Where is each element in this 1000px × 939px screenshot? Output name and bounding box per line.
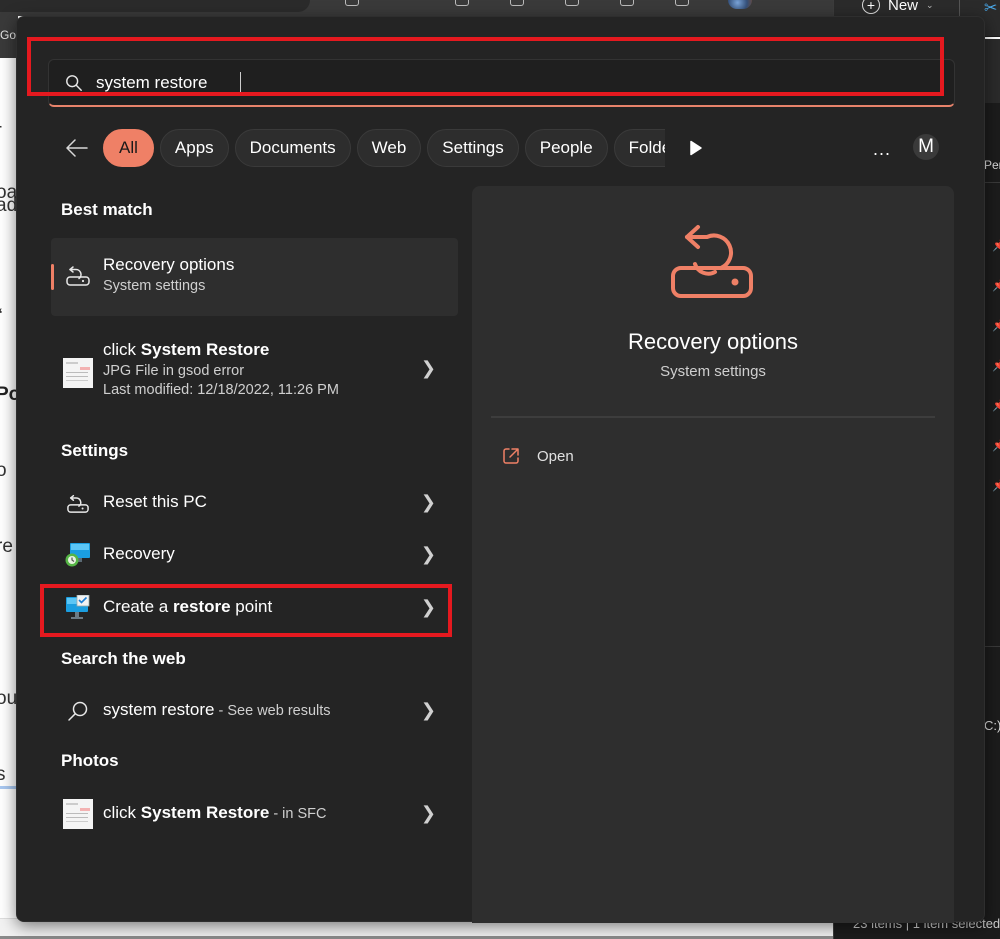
open-external-icon bbox=[503, 448, 519, 464]
ellipsis-icon: ... bbox=[872, 138, 891, 159]
chevron-right-icon: ❯ bbox=[420, 358, 436, 378]
recovery-icon-large bbox=[671, 225, 753, 298]
chevron-down-icon: ⌄ bbox=[926, 0, 934, 10]
open-label: Open bbox=[537, 447, 574, 465]
filter-all[interactable]: All bbox=[103, 129, 154, 167]
result-web-search[interactable]: system restore - See web results ❯ bbox=[51, 686, 458, 736]
filter-bar: All Apps Documents Web Settings People F… bbox=[61, 129, 665, 167]
pin-icon: 📌 bbox=[992, 438, 1000, 452]
image-thumbnail bbox=[63, 799, 93, 829]
pin-icon: 📌 bbox=[992, 478, 1000, 492]
recovery-icon bbox=[63, 260, 93, 290]
section-search-the-web: Search the web bbox=[61, 649, 186, 668]
pin-icon: 📌 bbox=[992, 278, 1000, 292]
cut-icon[interactable]: ✂ bbox=[984, 0, 997, 18]
result-recovery-options[interactable]: Recovery options System settings bbox=[51, 238, 458, 316]
section-best-match: Best match bbox=[61, 200, 153, 219]
explorer-address-bar[interactable] bbox=[984, 37, 1000, 103]
filter-people[interactable]: People bbox=[524, 129, 608, 167]
result-modified: Last modified: 12/18/2022, 11:26 PM bbox=[103, 382, 339, 398]
result-document-system-restore[interactable]: click System Restore JPG File in gsod er… bbox=[51, 328, 458, 412]
explorer-drive-item[interactable]: C:) bbox=[984, 718, 1000, 733]
web-search-icon bbox=[63, 696, 93, 726]
scroll-chips-right-icon[interactable] bbox=[689, 140, 703, 156]
chevron-right-icon: ❯ bbox=[420, 700, 436, 720]
system-protection-icon bbox=[63, 593, 93, 623]
explorer-nav-item[interactable]: Pers bbox=[984, 158, 1000, 172]
divider bbox=[984, 182, 1000, 183]
chevron-right-icon: ❯ bbox=[420, 803, 436, 823]
result-title: click System Restore bbox=[103, 340, 270, 359]
chevron-right-icon: ❯ bbox=[420, 597, 436, 617]
filter-settings[interactable]: Settings bbox=[427, 129, 519, 167]
explorer-new-button[interactable]: + New ⌄ bbox=[862, 0, 934, 14]
pin-icon: 📌 bbox=[992, 398, 1000, 412]
filter-web[interactable]: Web bbox=[356, 129, 422, 167]
doc-text: s bbox=[0, 764, 6, 785]
text-caret bbox=[240, 72, 241, 94]
filter-documents[interactable]: Documents bbox=[234, 129, 351, 167]
toolbar-icon[interactable] bbox=[565, 0, 579, 6]
filter-folders[interactable]: Folders bbox=[613, 129, 665, 167]
reset-icon bbox=[63, 488, 93, 518]
browser-toolbar bbox=[0, 0, 835, 16]
result-photo-system-restore[interactable]: click System Restore - in SFC ❯ bbox=[51, 789, 458, 839]
result-title: Recovery options bbox=[103, 255, 235, 274]
doc-text: re bbox=[0, 536, 13, 557]
result-title: Reset this PC bbox=[103, 492, 207, 511]
doc-text: o bbox=[0, 460, 7, 481]
arrow-left-icon bbox=[66, 139, 88, 157]
explorer-new-label: New bbox=[888, 0, 919, 14]
preview-subtitle: System settings bbox=[660, 363, 766, 380]
search-icon bbox=[66, 75, 82, 91]
chevron-right-icon: ❯ bbox=[420, 492, 436, 512]
result-reset-this-pc[interactable]: Reset this PC ❯ bbox=[51, 478, 458, 528]
image-thumbnail bbox=[63, 358, 93, 388]
doc-text: ad bbox=[0, 195, 18, 216]
account-avatar[interactable]: M bbox=[913, 134, 939, 160]
result-title: Recovery bbox=[103, 544, 175, 563]
pin-icon: 📌 bbox=[992, 358, 1000, 372]
divider bbox=[984, 646, 1000, 647]
search-box[interactable] bbox=[48, 59, 955, 107]
search-input[interactable] bbox=[96, 60, 896, 106]
preview-pane: Recovery options System settings Open bbox=[472, 186, 954, 923]
pin-icon: 📌 bbox=[992, 238, 1000, 252]
preview-title: Recovery options bbox=[628, 329, 798, 354]
browser-address-area bbox=[0, 0, 310, 12]
result-title: system restore - See web results bbox=[103, 700, 331, 719]
more-options-button[interactable]: ... bbox=[869, 137, 895, 161]
doc-text: - bbox=[0, 116, 2, 138]
result-subtitle: System settings bbox=[103, 278, 206, 294]
section-photos: Photos bbox=[61, 751, 119, 770]
section-settings: Settings bbox=[61, 441, 129, 460]
pin-icon: 📌 bbox=[992, 318, 1000, 332]
chevron-right-icon: ❯ bbox=[420, 544, 436, 564]
doc-text: ou bbox=[0, 688, 18, 709]
back-button[interactable] bbox=[61, 132, 93, 164]
filter-apps[interactable]: Apps bbox=[159, 129, 229, 167]
toolbar-icon[interactable] bbox=[345, 0, 359, 6]
windows-search-panel: All Apps Documents Web Settings People F… bbox=[16, 16, 985, 923]
open-button[interactable]: Open bbox=[502, 441, 574, 471]
recovery-control-panel-icon bbox=[63, 540, 93, 570]
toolbar-icon[interactable] bbox=[455, 0, 469, 6]
result-title: Create a restore point bbox=[103, 597, 273, 616]
profile-avatar[interactable] bbox=[728, 0, 752, 9]
divider bbox=[491, 416, 935, 418]
account-initial: M bbox=[918, 136, 934, 157]
filter-chips: All Apps Documents Web Settings People F… bbox=[103, 129, 665, 167]
doc-text: “ bbox=[0, 306, 2, 328]
toolbar-icon[interactable] bbox=[510, 0, 524, 6]
result-recovery[interactable]: Recovery ❯ bbox=[51, 530, 458, 580]
plus-icon: + bbox=[862, 0, 880, 14]
result-title: click System Restore - in SFC bbox=[103, 803, 327, 822]
result-location: JPG File in gsod error bbox=[103, 363, 245, 379]
selection-indicator bbox=[51, 264, 54, 290]
toolbar-icon[interactable] bbox=[675, 0, 689, 6]
result-create-restore-point[interactable]: Create a restore point ❯ bbox=[51, 583, 458, 633]
toolbar-icon[interactable] bbox=[620, 0, 634, 6]
